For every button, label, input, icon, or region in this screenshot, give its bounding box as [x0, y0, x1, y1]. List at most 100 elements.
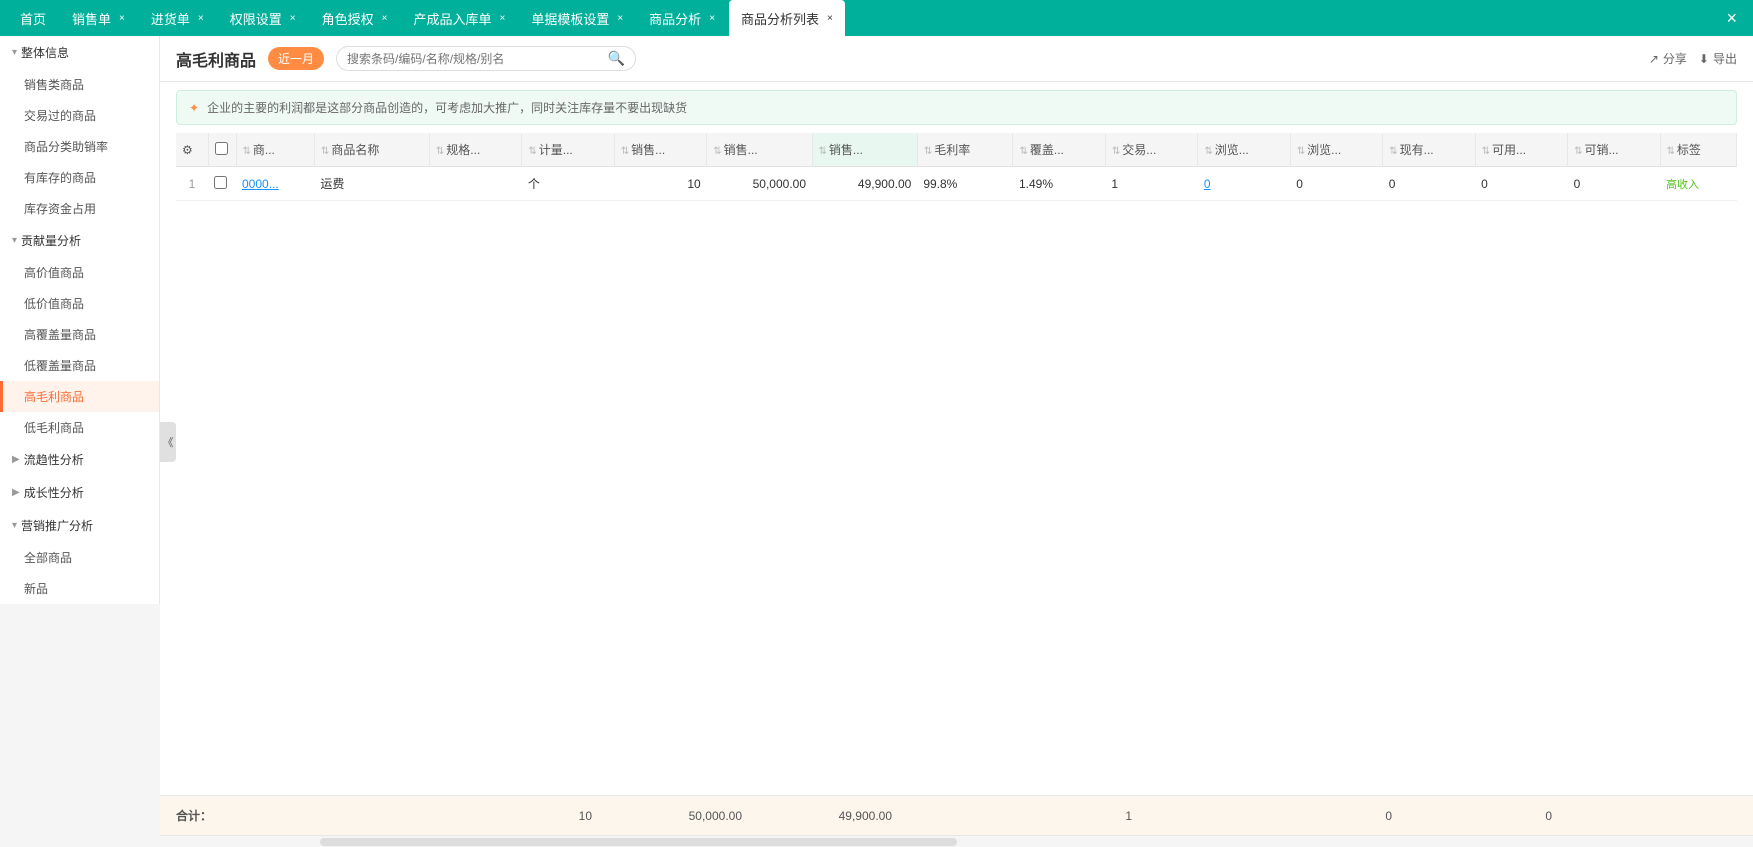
sidebar-item-all-goods[interactable]: 全部商品 [0, 542, 159, 573]
close-analysis-list-tab[interactable]: × [827, 13, 833, 24]
sidebar-group-overall[interactable]: ▾ 整体信息 [0, 36, 159, 69]
col-unit[interactable]: ⇅计量... [522, 133, 614, 167]
table-row: 1 0000... 运费 个 10 50,000.00 49,900.00 99… [176, 167, 1737, 201]
col-views1[interactable]: ⇅浏览... [1198, 133, 1290, 167]
horizontal-scrollbar[interactable] [160, 835, 1753, 847]
close-purchase-tab[interactable]: × [198, 13, 204, 24]
nav-item-permissions[interactable]: 权限设置 × [218, 0, 308, 36]
cell-gross-margin: 99.8% [917, 167, 1013, 201]
col-transaction[interactable]: ⇅交易... [1105, 133, 1197, 167]
sidebar-item-traded-goods[interactable]: 交易过的商品 [0, 100, 159, 131]
sidebar: ▾ 整体信息 销售类商品 交易过的商品 商品分类助销率 有库存的商品 库存资金占… [0, 36, 160, 604]
tip-icon: ✦ [189, 101, 199, 115]
col-available[interactable]: ⇅可用... [1475, 133, 1567, 167]
close-permissions-tab[interactable]: × [290, 13, 296, 24]
nav-item-production[interactable]: 产成品入库单 × [401, 0, 517, 36]
cell-views1[interactable]: 0 [1198, 167, 1290, 201]
close-analysis-tab[interactable]: × [709, 13, 715, 24]
nav-item-analysis[interactable]: 商品分析 × [637, 0, 727, 36]
content-area: 高毛利商品 近一月 🔍 ↗ 分享 ⬇ 导出 ✦ 企业的主要的利润都是这部分商品创… [160, 36, 1753, 847]
table-footer: 合计： 10 50,000.00 49,900.00 1 0 0 [160, 795, 1753, 835]
col-settings[interactable]: ⚙ [176, 133, 208, 167]
sidebar-item-sales-goods[interactable]: 销售类商品 [0, 69, 159, 100]
sidebar-item-high-value[interactable]: 高价值商品 [0, 257, 159, 288]
data-table: ⚙ ⇅商... ⇅商品名称 ⇅规格... ⇅计量... ⇅销售... ⇅销售..… [176, 133, 1737, 201]
col-name[interactable]: ⇅商品名称 [314, 133, 429, 167]
col-current-stock[interactable]: ⇅现有... [1383, 133, 1475, 167]
sidebar-item-high-margin[interactable]: 高毛利商品 [0, 381, 159, 412]
page-title: 高毛利商品 [176, 47, 256, 71]
sidebar-item-low-margin[interactable]: 低毛利商品 [0, 412, 159, 443]
share-button[interactable]: ↗ 分享 [1649, 50, 1687, 67]
close-all-tabs[interactable]: × [1718, 8, 1745, 29]
nav-item-home[interactable]: 首页 [8, 0, 58, 36]
cell-checkbox[interactable] [208, 167, 236, 201]
export-button[interactable]: ⬇ 导出 [1699, 50, 1737, 67]
col-sales-amount[interactable]: ⇅销售... [707, 133, 812, 167]
table-container[interactable]: ⚙ ⇅商... ⇅商品名称 ⇅规格... ⇅计量... ⇅销售... ⇅销售..… [160, 133, 1753, 795]
col-checkbox[interactable] [208, 133, 236, 167]
sidebar-item-new-goods[interactable]: 新品 [0, 573, 159, 604]
sidebar-item-category-rate[interactable]: 商品分类助销率 [0, 131, 159, 162]
nav-item-purchase[interactable]: 进货单 × [139, 0, 216, 36]
close-sales-tab[interactable]: × [119, 13, 125, 24]
search-box: 🔍 [336, 46, 636, 71]
col-sales-cost[interactable]: ⇅销售... [812, 133, 917, 167]
col-saleable[interactable]: ⇅可销... [1568, 133, 1660, 167]
col-tag[interactable]: ⇅标签 [1660, 133, 1736, 167]
sidebar-item-capital[interactable]: 库存资金占用 [0, 193, 159, 224]
tip-bar: ✦ 企业的主要的利润都是这部分商品创造的，可考虑加大推广，同时关注库存量不要出现… [176, 90, 1737, 125]
chevron-right-icon-2: ▶ [12, 487, 20, 498]
table-header-row: ⚙ ⇅商... ⇅商品名称 ⇅规格... ⇅计量... ⇅销售... ⇅销售..… [176, 133, 1737, 167]
nav-item-template[interactable]: 单据模板设置 × [519, 0, 635, 36]
filter-recent-month-button[interactable]: 近一月 [268, 47, 324, 70]
close-template-tab[interactable]: × [617, 13, 623, 24]
select-all-checkbox[interactable] [215, 142, 228, 155]
footer-sales-qty: 10 [532, 809, 592, 823]
close-production-tab[interactable]: × [499, 13, 505, 24]
sidebar-item-low-coverage[interactable]: 低覆盖量商品 [0, 350, 159, 381]
chevron-right-icon: ▶ [12, 454, 20, 465]
sidebar-group-marketing[interactable]: ▾ 营销推广分析 [0, 509, 159, 542]
sidebar-item-in-stock[interactable]: 有库存的商品 [0, 162, 159, 193]
cell-transaction: 1 [1105, 167, 1197, 201]
col-views2[interactable]: ⇅浏览... [1290, 133, 1382, 167]
chevron-down-icon-2: ▾ [12, 235, 17, 246]
cell-unit: 个 [522, 167, 614, 201]
sidebar-item-low-value[interactable]: 低价值商品 [0, 288, 159, 319]
sidebar-collapse-button[interactable]: 《 [160, 422, 176, 462]
sidebar-group-contribution[interactable]: ▾ 贡献量分析 [0, 224, 159, 257]
sidebar-group-growth[interactable]: ▶ 成长性分析 [0, 476, 159, 509]
cell-index: 1 [176, 167, 208, 201]
nav-item-roles[interactable]: 角色授权 × [310, 0, 400, 36]
close-roles-tab[interactable]: × [382, 13, 388, 24]
footer-transaction: 1 [1092, 809, 1132, 823]
export-icon: ⬇ [1699, 52, 1709, 66]
col-code[interactable]: ⇅商... [236, 133, 314, 167]
row-checkbox[interactable] [214, 176, 227, 189]
cell-name: 运费 [314, 167, 429, 201]
col-gross-margin[interactable]: ⇅毛利率 [917, 133, 1013, 167]
cell-coverage: 1.49% [1013, 167, 1105, 201]
cell-code[interactable]: 0000... [236, 167, 314, 201]
nav-item-analysis-list[interactable]: 商品分析列表 × [729, 0, 845, 36]
cell-sales-qty: 10 [614, 167, 706, 201]
content-header: 高毛利商品 近一月 🔍 ↗ 分享 ⬇ 导出 [160, 36, 1753, 82]
cell-tag: 高收入 [1660, 167, 1736, 201]
col-spec[interactable]: ⇅规格... [429, 133, 521, 167]
footer-current-stock: 0 [1352, 809, 1392, 823]
nav-item-sales[interactable]: 销售单 × [60, 0, 137, 36]
cell-spec [429, 167, 521, 201]
footer-available: 0 [1512, 809, 1552, 823]
cell-sales-cost: 49,900.00 [812, 167, 917, 201]
sidebar-group-trend[interactable]: ▶ 流趋性分析 [0, 443, 159, 476]
search-icon: 🔍 [608, 50, 625, 67]
col-sales-qty[interactable]: ⇅销售... [614, 133, 706, 167]
col-coverage[interactable]: ⇅覆盖... [1013, 133, 1105, 167]
tip-text: 企业的主要的利润都是这部分商品创造的，可考虑加大推广，同时关注库存量不要出现缺货 [207, 99, 687, 116]
chevron-down-icon: ▾ [12, 47, 17, 58]
search-input[interactable] [347, 52, 602, 66]
sidebar-item-high-coverage[interactable]: 高覆盖量商品 [0, 319, 159, 350]
share-icon: ↗ [1649, 52, 1659, 66]
cell-sales-amount: 50,000.00 [707, 167, 812, 201]
